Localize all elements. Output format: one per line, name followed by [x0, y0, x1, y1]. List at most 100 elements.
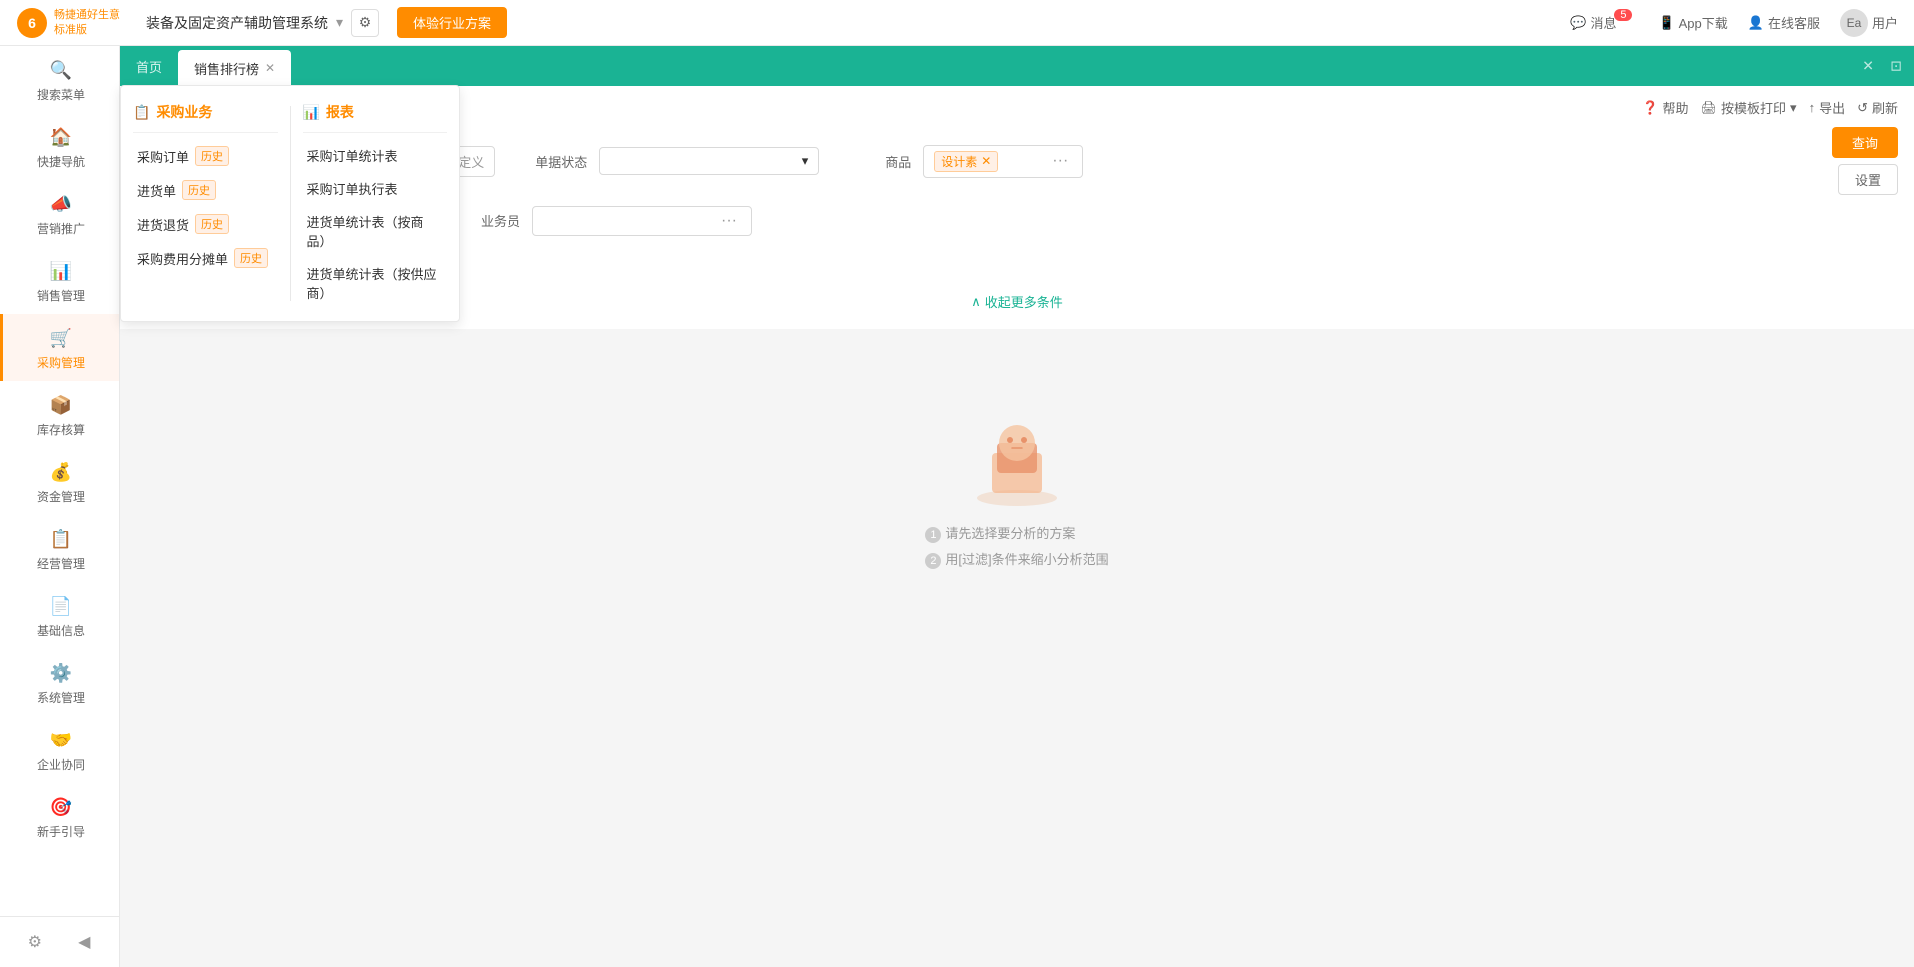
logo-text: 畅捷通好生意 标准版 [54, 8, 120, 37]
purchase-column: 📋 采购业务 采购订单 历史 进货单 历史 进货退货 历史 采购费用分摊单 历史 [121, 98, 290, 309]
online-service-button[interactable]: 👤 在线客服 [1748, 13, 1820, 32]
user-avatar: Ea [1840, 9, 1868, 37]
purchase-icon: 🛒 [49, 326, 73, 350]
system-icon: ⚙️ [49, 661, 73, 685]
enterprise-icon: 🤝 [49, 728, 73, 752]
status-select[interactable]: ▾ [599, 147, 819, 175]
salesman-select[interactable]: ··· [532, 206, 752, 236]
goods-dots[interactable]: ··· [1048, 152, 1072, 170]
goods-label: 商品 [851, 152, 911, 171]
purchase-incoming-item[interactable]: 进货单 历史 [133, 173, 278, 207]
marketing-icon: 📣 [49, 192, 73, 216]
empty-illustration [957, 413, 1077, 513]
user-menu-button[interactable]: Ea 用户 [1840, 9, 1898, 37]
sidebar-item-nav[interactable]: 🏠 快捷导航 [0, 113, 119, 180]
dropdown-columns: 📋 采购业务 采购订单 历史 进货单 历史 进货退货 历史 采购费用分摊单 历史 [121, 98, 459, 309]
sidebar-collapse-button[interactable]: ◀ [69, 927, 99, 957]
top-header: 6 畅捷通好生意 标准版 装备及固定资产辅助管理系统 ▾ ⚙ 体验行业方案 💬 … [0, 0, 1914, 46]
tab-sales-ranking[interactable]: 销售排行榜 ✕ [178, 50, 291, 86]
help-icon: ❓ [1642, 100, 1658, 116]
empty-text: 1请先选择要分析的方案 2用[过滤]条件来缩小分析范围 [925, 521, 1108, 573]
expense-history: 历史 [234, 248, 268, 268]
title-dropdown-icon[interactable]: ▾ [336, 14, 343, 31]
empty-state: 1请先选择要分析的方案 2用[过滤]条件来缩小分析范围 [120, 333, 1914, 653]
salesman-dots[interactable]: ··· [717, 212, 741, 230]
sidebar-item-search[interactable]: 🔍 搜索菜单 [0, 46, 119, 113]
toolbar-right: ❓ 帮助 🖨 按模板打印 ▾ ↑ 导出 ↺ [1642, 98, 1898, 117]
status-label: 单据状态 [527, 152, 587, 171]
sidebar-item-sales[interactable]: 📊 销售管理 [0, 247, 119, 314]
app-icon: 📱 [1658, 15, 1674, 31]
system-settings-button[interactable]: ⚙ [351, 9, 379, 37]
help-button[interactable]: ❓ 帮助 [1642, 98, 1688, 117]
sidebar-item-finance[interactable]: 💰 资金管理 [0, 448, 119, 515]
window-close-icon[interactable]: ✕ [1862, 58, 1874, 75]
sidebar-item-basic-info[interactable]: 📄 基础信息 [0, 582, 119, 649]
finance-icon: 💰 [49, 460, 73, 484]
guide-icon: 🎯 [49, 795, 73, 819]
tab-home[interactable]: 首页 [120, 46, 178, 86]
purchase-order-exec-item[interactable]: 采购订单执行表 [303, 172, 448, 205]
window-maximize-icon[interactable]: ⊡ [1890, 58, 1902, 75]
message-icon: 💬 [1570, 15, 1586, 31]
export-icon: ↑ [1809, 100, 1816, 115]
incoming-stats-supplier-item[interactable]: 进货单统计表（按供应商） [303, 257, 448, 309]
header-right: 💬 消息 5 📱 App下载 👤 在线客服 Ea 用户 [1570, 9, 1898, 37]
sidebar-item-enterprise[interactable]: 🤝 企业协同 [0, 716, 119, 783]
goods-select[interactable]: 设计素 ✕ ··· [923, 145, 1083, 178]
print-icon: 🖨 [1701, 100, 1718, 116]
goods-tag-close[interactable]: ✕ [981, 154, 991, 168]
purchase-dropdown-menu: 📋 采购业务 采购订单 历史 进货单 历史 进货退货 历史 采购费用分摊单 历史 [120, 85, 460, 322]
report-section-icon: 📊 [303, 104, 320, 121]
logo-icon: 6 [16, 7, 48, 39]
refresh-icon: ↺ [1857, 100, 1868, 116]
logo-area: 6 畅捷通好生意 标准版 [16, 7, 136, 39]
incoming-stats-goods-item[interactable]: 进货单统计表（按商品） [303, 205, 448, 257]
purchase-return-item[interactable]: 进货退货 历史 [133, 207, 278, 241]
sidebar-item-system[interactable]: ⚙️ 系统管理 [0, 649, 119, 716]
tab-close-icon[interactable]: ✕ [265, 61, 275, 75]
report-column: 📊 报表 采购订单统计表 采购订单执行表 进货单统计表（按商品） 进货单统计表（… [291, 98, 460, 309]
search-menu-icon: 🔍 [49, 58, 73, 82]
svg-text:6: 6 [28, 15, 36, 31]
refresh-button[interactable]: ↺ 刷新 [1857, 98, 1898, 117]
messages-badge: 5 [1614, 9, 1632, 21]
sidebar-item-inventory[interactable]: 📦 库存核算 [0, 381, 119, 448]
return-history: 历史 [195, 214, 229, 234]
step1-num: 1 [925, 527, 941, 543]
operations-icon: 📋 [49, 527, 73, 551]
purchase-order-item[interactable]: 采购订单 历史 [133, 139, 278, 173]
sidebar: 🔍 搜索菜单 🏠 快捷导航 📣 营销推广 📊 销售管理 🛒 采购管理 📦 库存核… [0, 46, 120, 967]
sales-icon: 📊 [49, 259, 73, 283]
inventory-icon: 📦 [49, 393, 73, 417]
print-button[interactable]: 🖨 按模板打印 ▾ [1701, 98, 1797, 117]
sidebar-settings-button[interactable]: ⚙ [20, 927, 50, 957]
sidebar-item-operations[interactable]: 📋 经营管理 [0, 515, 119, 582]
sidebar-item-marketing[interactable]: 📣 营销推广 [0, 180, 119, 247]
app-download-button[interactable]: 📱 App下载 [1658, 13, 1727, 32]
sidebar-item-purchase[interactable]: 🛒 采购管理 [0, 314, 119, 381]
query-button[interactable]: 查询 [1832, 127, 1898, 158]
incoming-history: 历史 [182, 180, 216, 200]
system-title-area: 装备及固定资产辅助管理系统 ▾ ⚙ 体验行业方案 [146, 7, 1570, 38]
print-dropdown-icon[interactable]: ▾ [1790, 100, 1797, 116]
service-icon: 👤 [1748, 15, 1764, 31]
export-button[interactable]: ↑ 导出 [1809, 98, 1846, 117]
status-select-arrow: ▾ [802, 153, 809, 169]
sidebar-item-guide[interactable]: 🎯 新手引导 [0, 783, 119, 850]
sidebar-bottom: ⚙ ◀ [0, 916, 119, 967]
messages-button[interactable]: 💬 消息 5 [1570, 13, 1638, 32]
system-title-text: 装备及固定资产辅助管理系统 [146, 13, 328, 33]
home-icon: 🏠 [49, 125, 73, 149]
salesman-label: 业务员 [460, 211, 520, 230]
industry-solution-button[interactable]: 体验行业方案 [397, 7, 507, 38]
settings-button[interactable]: 设置 [1838, 164, 1898, 195]
step2-num: 2 [925, 553, 941, 569]
purchase-expense-item[interactable]: 采购费用分摊单 历史 [133, 241, 278, 275]
purchase-order-stats-item[interactable]: 采购订单统计表 [303, 139, 448, 172]
goods-tag: 设计素 ✕ [934, 151, 998, 172]
basic-info-icon: 📄 [49, 594, 73, 618]
tab-bar: 首页 销售排行榜 ✕ ✕ ⊡ [120, 46, 1914, 86]
purchase-order-history: 历史 [195, 146, 229, 166]
report-section-title: 📊 报表 [303, 98, 448, 133]
